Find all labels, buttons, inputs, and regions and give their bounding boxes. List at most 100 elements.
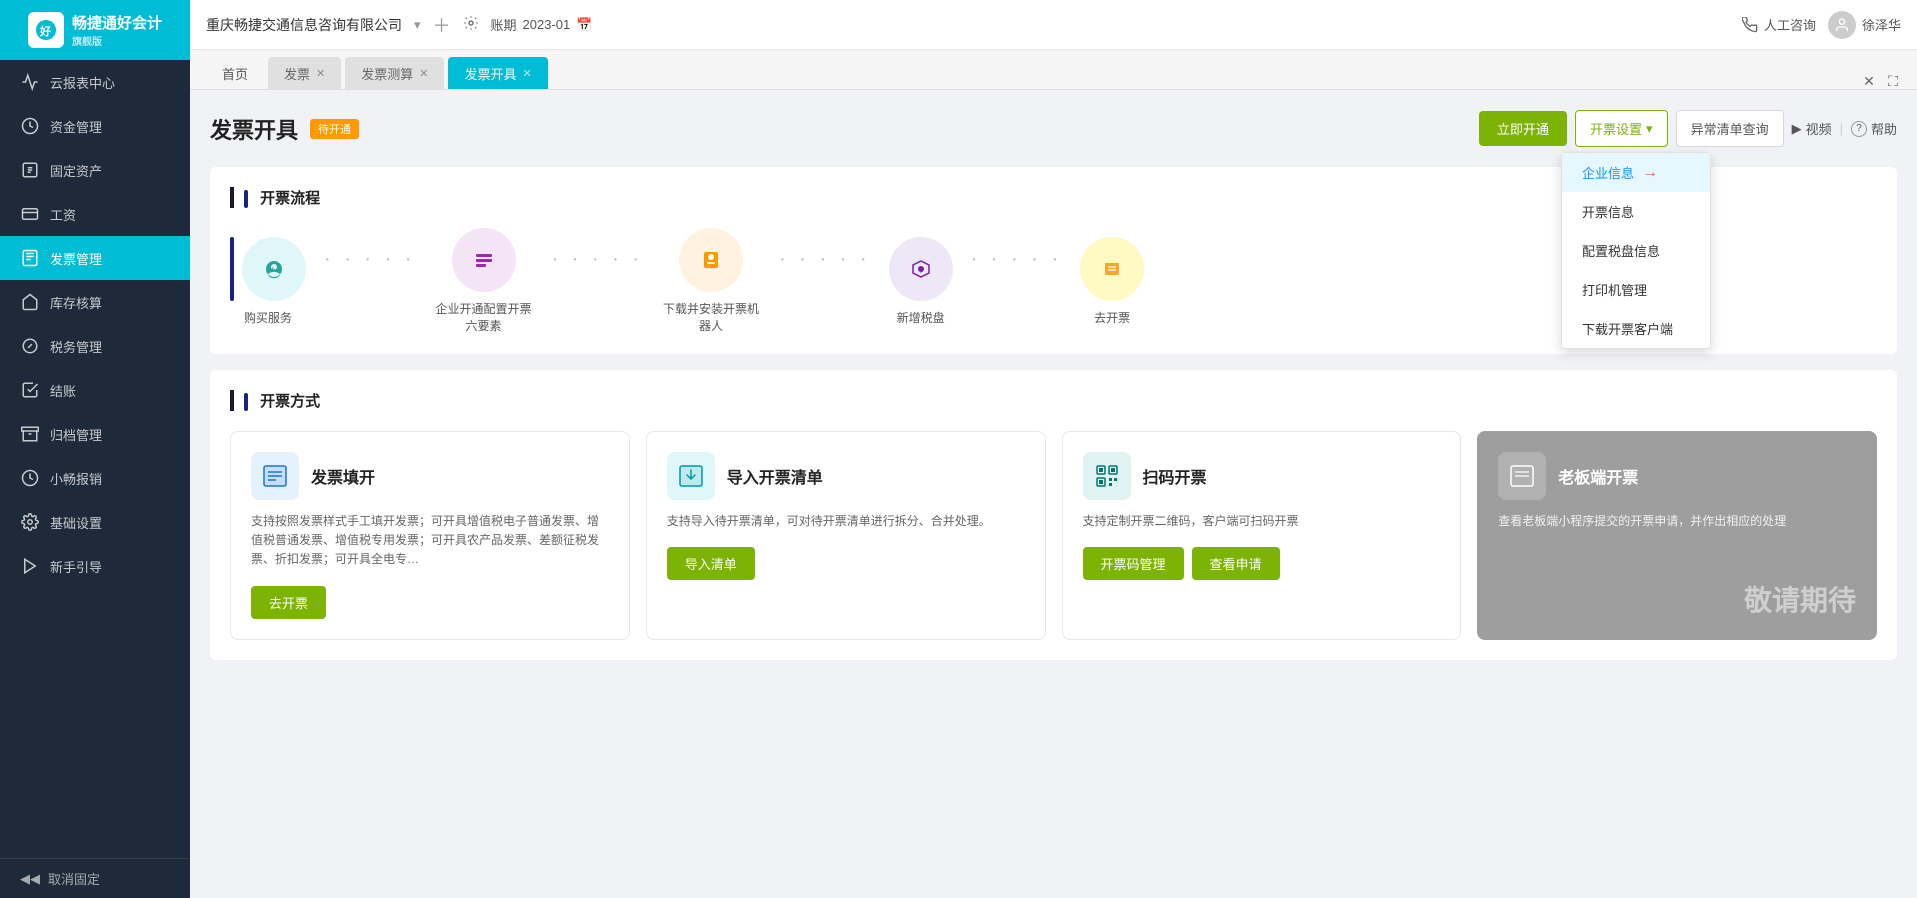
avatar [1828, 11, 1856, 39]
invoice-settings-btn[interactable]: 开票设置 ▾ [1575, 110, 1668, 147]
sidebar-item-jiezhang[interactable]: 结账 [0, 368, 190, 412]
user-menu[interactable]: 徐泽华 [1828, 11, 1901, 39]
scan-desc: 支持定制开票二维码，客户端可扫码开票 [1083, 512, 1441, 531]
methods-section: 开票方式 发票填开 支持按照发票样式手工填开发票；可开具增值税电子普通发票、增值… [210, 370, 1897, 660]
step2-label: 企业开通配置开票六要素 [434, 300, 534, 334]
tab-fapiao[interactable]: 发票 ✕ [268, 57, 341, 89]
add-company-btn[interactable]: ＋ [433, 12, 451, 38]
step5-icon [1080, 237, 1144, 301]
dropdown-arrow-icon: ▾ [1646, 121, 1653, 137]
app-title: 畅捷通好会计 [72, 12, 162, 33]
import-title: 导入开票清单 [727, 464, 823, 488]
scan-title: 扫码开票 [1143, 464, 1207, 488]
sidebar-item-xiaochang[interactable]: 小畅报销 [0, 456, 190, 500]
flow-step-4: + 新增税盘 [889, 237, 953, 326]
flow-step-2: 企业开通配置开票六要素 [434, 228, 534, 334]
tabs-bar: 首页 发票 ✕ 发票测算 ✕ 发票开具 ✕ ✕ ⛶ [190, 50, 1917, 90]
help-btn[interactable]: ? 帮助 [1851, 119, 1897, 138]
tab-home-label: 首页 [222, 64, 248, 83]
fill-invoice-btn[interactable]: 去开票 [251, 586, 326, 619]
user-name: 徐泽华 [1862, 15, 1901, 34]
sidebar-item-zijin[interactable]: 资金管理 [0, 104, 190, 148]
tab-fapiaocesuan[interactable]: 发票测算 ✕ [345, 57, 444, 89]
header-settings-btn[interactable] [463, 15, 479, 34]
connector-3: · · · · · [761, 248, 889, 291]
tab-fapiaokaiju-close[interactable]: ✕ [523, 67, 532, 80]
settings-icon [20, 512, 40, 532]
page-header: 发票开具 待开通 立即开通 开票设置 ▾ 企业信息 → [210, 110, 1897, 147]
sidebar-bottom-unpin[interactable]: ◀◀ 取消固定 [0, 858, 190, 898]
open-now-btn[interactable]: 立即开通 [1479, 111, 1567, 146]
tab-fapiaocesuan-close[interactable]: ✕ [419, 67, 428, 80]
step3-label: 下载并安装开票机器人 [661, 300, 761, 334]
svg-text:+: + [270, 265, 276, 276]
dropdown-item-xiazaikehuduan[interactable]: 下载开票客户端 [1562, 309, 1710, 348]
settle-icon [20, 380, 40, 400]
sidebar-item-shuiwu[interactable]: 税务管理 [0, 324, 190, 368]
sidebar-item-guidang-label: 归档管理 [50, 425, 102, 444]
methods-section-title: 开票方式 [230, 390, 1877, 411]
fill-title: 发票填开 [311, 464, 375, 488]
sidebar-item-guidang[interactable]: 归档管理 [0, 412, 190, 456]
step1-icon: + [242, 237, 306, 301]
step1-label: 购买服务 [244, 309, 292, 326]
tab-home[interactable]: 首页 [206, 57, 264, 89]
period-display: 账期 2023-01 📅 [491, 15, 593, 34]
step4-icon: + [889, 237, 953, 301]
asset-icon [20, 160, 40, 180]
sidebar-item-gongzi-label: 工资 [50, 205, 76, 224]
maximize-window-btn[interactable]: ⛶ [1885, 73, 1901, 89]
connector-1: · · · · · [306, 248, 434, 291]
dropdown-item-peizhishuipan[interactable]: 配置税盘信息 [1562, 231, 1710, 270]
title-bar-decoration [244, 190, 248, 208]
report-icon [20, 468, 40, 488]
main-area: 重庆畅捷交通信息咨询有限公司 ▾ ＋ 账期 2023-01 📅 人工咨询 徐泽华 [190, 0, 1917, 898]
method-cards: 发票填开 支持按照发票样式手工填开发票；可开具增值税电子普通发票、增值税普通发票… [230, 431, 1877, 640]
consult-btn[interactable]: 人工咨询 [1742, 15, 1816, 34]
calendar-icon[interactable]: 📅 [576, 17, 592, 33]
fill-footer: 去开票 [251, 586, 609, 619]
video-btn[interactable]: ▶ 视频 [1792, 119, 1832, 138]
sidebar-item-jichushezhi[interactable]: 基础设置 [0, 500, 190, 544]
flow-step-3: 下载并安装开票机器人 [661, 228, 761, 334]
method-card-boss: 老板端开票 查看老板端小程序提交的开票申请，并作出相应的处理 敬请期待 [1477, 431, 1877, 640]
dropdown-item-dayinjiguanli[interactable]: 打印机管理 [1562, 270, 1710, 309]
boss-icon [1498, 452, 1546, 500]
sidebar-item-xiaochang-label: 小畅报销 [50, 469, 102, 488]
fill-icon [251, 452, 299, 500]
step5-label: 去开票 [1094, 309, 1130, 326]
qr-manage-btn[interactable]: 开票码管理 [1083, 547, 1184, 580]
logo-icon: 好 [28, 12, 64, 48]
boss-desc: 查看老板端小程序提交的开票申请，并作出相应的处理 [1498, 512, 1856, 531]
sidebar-nav: 云报表中心 资金管理 固定资产 工资 [0, 60, 190, 858]
dropdown-item-qiyexinxi[interactable]: 企业信息 → [1562, 153, 1710, 192]
sidebar-item-fapiao[interactable]: 发票管理 [0, 236, 190, 280]
dropdown-item-xiazaikehuduan-label: 下载开票客户端 [1582, 319, 1673, 338]
content-area: 发票开具 待开通 立即开通 开票设置 ▾ 企业信息 → [190, 90, 1917, 898]
close-window-btn[interactable]: ✕ [1861, 73, 1877, 89]
method-card-fill: 发票填开 支持按照发票样式手工填开发票；可开具增值税电子普通发票、增值税普通发票… [230, 431, 630, 640]
abnormal-list-btn[interactable]: 异常清单查询 [1676, 110, 1784, 147]
sidebar-item-yunbao[interactable]: 云报表中心 [0, 60, 190, 104]
sidebar-item-kucun[interactable]: 库存核算 [0, 280, 190, 324]
period-label: 账期 [491, 15, 517, 34]
sidebar: 好 畅捷通好会计 旗舰版 云报表中心 资金管理 [0, 0, 190, 898]
sidebar-item-jichushezhi-label: 基础设置 [50, 513, 102, 532]
sidebar-item-gudingzichan[interactable]: 固定资产 [0, 148, 190, 192]
sidebar-item-gongzi[interactable]: 工资 [0, 192, 190, 236]
tab-fapiao-close[interactable]: ✕ [316, 67, 325, 80]
dropdown-item-kaipiaoxinxi[interactable]: 开票信息 [1562, 192, 1710, 231]
import-icon [667, 452, 715, 500]
import-list-btn[interactable]: 导入清单 [667, 547, 755, 580]
sidebar-item-gudingzichan-label: 固定资产 [50, 161, 102, 180]
view-apply-btn[interactable]: 查看申请 [1192, 547, 1280, 580]
sidebar-item-xinshouyindao[interactable]: 新手引导 [0, 544, 190, 588]
step2-icon [452, 228, 516, 292]
sidebar-item-xinshouyindao-label: 新手引导 [50, 557, 102, 576]
sidebar-item-kucun-label: 库存核算 [50, 293, 102, 312]
tab-fapiaokaiju[interactable]: 发票开具 ✕ [448, 57, 547, 89]
step3-icon [679, 228, 743, 292]
company-dropdown-btn[interactable]: ▾ [414, 17, 421, 33]
method-card-scan: 扫码开票 支持定制开票二维码，客户端可扫码开票 开票码管理 查看申请 [1062, 431, 1462, 640]
play-icon: ▶ [1792, 121, 1802, 137]
